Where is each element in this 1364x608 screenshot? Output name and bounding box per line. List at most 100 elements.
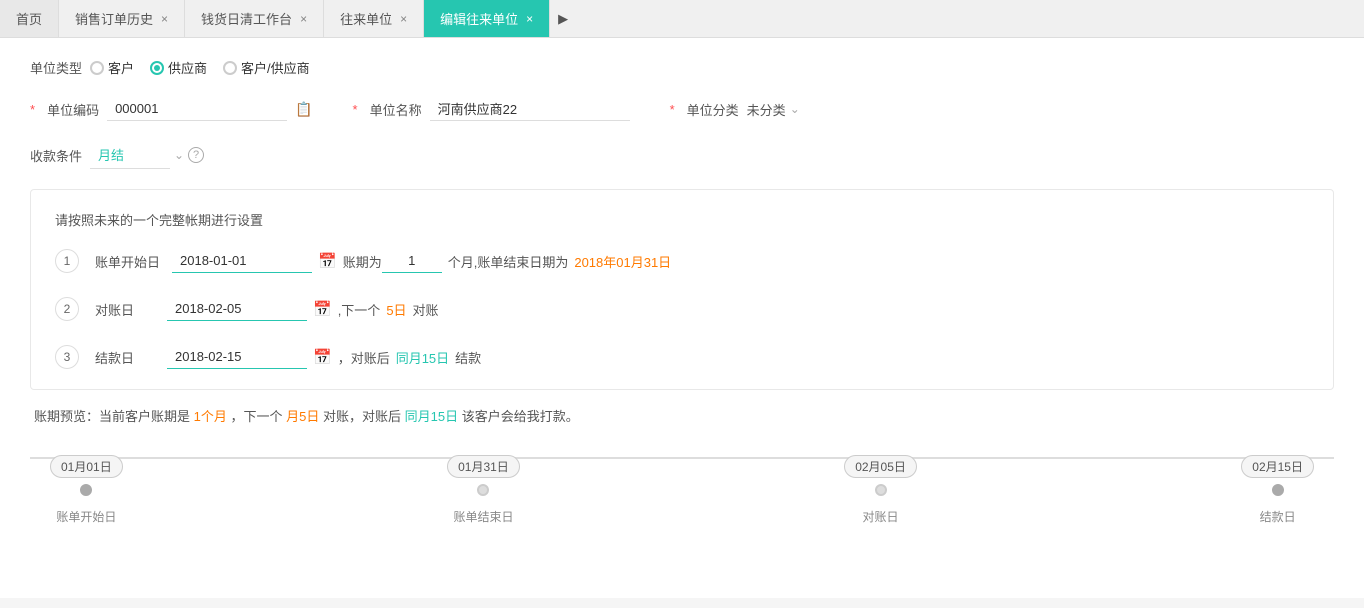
tab-home-label: 首页 <box>16 9 42 28</box>
step-1-label: 账单开始日 <box>95 252 160 271</box>
step-3-date-input[interactable] <box>167 345 307 369</box>
preview-prefix: 账期预览：当前客户账期是 <box>34 409 190 424</box>
tab-partner-label: 往来单位 <box>340 9 392 28</box>
unit-type-label: 单位类型 <box>30 58 82 77</box>
payment-dropdown[interactable]: 月结 ⌄ <box>90 141 184 169</box>
panel-title: 请按照未来的一个完整帐期进行设置 <box>55 210 1309 229</box>
step-1-row: 1 账单开始日 📅 账期为 个月,账单结束日期为 2018年01月31日 <box>55 249 1309 273</box>
tab-sales-history-close[interactable]: × <box>161 12 168 26</box>
main-content: 单位类型 客户 供应商 客户/供应商 * 单位编码 📋 * 单位名称 <box>0 38 1364 598</box>
radio-both-circle <box>223 61 237 75</box>
preview-sep1: ，下一个 <box>231 409 283 424</box>
node-1-dot <box>477 484 489 496</box>
payment-help-icon[interactable]: ? <box>188 147 204 163</box>
timeline-node-0: 01月01日 账单开始日 <box>50 455 123 525</box>
timeline-container: 01月01日 账单开始日 01月31日 账单结束日 02月05日 对账日 02月… <box>30 445 1334 555</box>
unit-code-input[interactable] <box>107 97 287 121</box>
settings-panel: 请按照未来的一个完整帐期进行设置 1 账单开始日 📅 账期为 个月,账单结束日期… <box>30 189 1334 390</box>
radio-supplier-label: 供应商 <box>168 58 207 77</box>
unit-class-group: * 单位分类 未分类 ⌄ <box>670 100 800 119</box>
step-3-num: 3 <box>55 345 79 369</box>
preview-part3: 同月15日 <box>405 409 458 424</box>
step-3-prefix: ，对账后 <box>338 348 390 367</box>
radio-supplier[interactable]: 供应商 <box>150 58 207 77</box>
code-copy-icon[interactable]: 📋 <box>295 101 312 118</box>
node-0-label: 账单开始日 <box>56 508 116 525</box>
step-1-date-input[interactable] <box>172 249 312 273</box>
step-1-period-input[interactable] <box>382 249 442 273</box>
tab-more-button[interactable]: ▶ <box>550 0 576 37</box>
class-star: * <box>670 102 675 117</box>
node-2-dot <box>875 484 887 496</box>
payment-label: 收款条件 <box>30 146 82 165</box>
step-2-highlight: 5日 <box>386 300 406 319</box>
payment-row: 收款条件 月结 ⌄ ? <box>30 141 1334 169</box>
step-1-calendar-icon[interactable]: 📅 <box>318 252 337 270</box>
tab-partner-close[interactable]: × <box>400 12 407 26</box>
timeline-node-1: 01月31日 账单结束日 <box>447 455 520 525</box>
preview-part2: 月5日 <box>286 409 319 424</box>
node-2-label: 对账日 <box>863 508 899 525</box>
node-3-dot <box>1272 484 1284 496</box>
node-1-badge: 01月31日 <box>447 455 520 478</box>
tab-home[interactable]: 首页 <box>0 0 59 37</box>
tab-partner[interactable]: 往来单位 × <box>324 0 424 37</box>
step-2-suffix: 对账 <box>413 300 439 319</box>
timeline-node-2: 02月05日 对账日 <box>844 455 917 525</box>
step-2-row: 2 对账日 📅 ,下一个 5日 对账 <box>55 297 1309 321</box>
tab-cash-work-label: 钱货日清工作台 <box>201 9 292 28</box>
tab-cash-work-close[interactable]: × <box>300 12 307 26</box>
step-3-row: 3 结款日 📅 ，对账后 同月15日 结款 <box>55 345 1309 369</box>
step-2-date-input[interactable] <box>167 297 307 321</box>
unit-name-label: 单位名称 <box>370 100 422 119</box>
unit-name-group: * 单位名称 <box>353 97 630 121</box>
node-1-label: 账单结束日 <box>453 508 513 525</box>
step-2-calendar-icon[interactable]: 📅 <box>313 300 332 318</box>
code-star: * <box>30 102 35 117</box>
step-2-prefix: ,下一个 <box>338 300 381 319</box>
node-3-badge: 02月15日 <box>1241 455 1314 478</box>
node-3-label: 结款日 <box>1260 508 1296 525</box>
step-1-suffix-before: 个月,账单结束日期为 <box>448 252 569 271</box>
tab-edit-partner-close[interactable]: × <box>526 12 533 26</box>
unit-name-input[interactable] <box>430 97 630 121</box>
unit-class-label: 单位分类 <box>687 100 739 119</box>
preview-suffix: 该客户会给我打款。 <box>462 409 579 424</box>
unit-code-label: 单位编码 <box>47 100 99 119</box>
tab-sales-history-label: 销售订单历史 <box>75 9 153 28</box>
radio-both[interactable]: 客户/供应商 <box>223 58 310 77</box>
unit-class-value: 未分类 <box>747 100 786 119</box>
unit-info-row: * 单位编码 📋 * 单位名称 * 单位分类 未分类 ⌄ <box>30 97 1334 121</box>
step-2-label: 对账日 <box>95 300 155 319</box>
step-3-calendar-icon[interactable]: 📅 <box>313 348 332 366</box>
tab-sales-history[interactable]: 销售订单历史 × <box>59 0 185 37</box>
payment-value: 月结 <box>90 141 170 169</box>
step-3-label: 结款日 <box>95 348 155 367</box>
timeline-nodes: 01月01日 账单开始日 01月31日 账单结束日 02月05日 对账日 02月… <box>50 455 1314 525</box>
radio-customer-label: 客户 <box>108 58 134 77</box>
step-2-num: 2 <box>55 297 79 321</box>
unit-class-arrow[interactable]: ⌄ <box>790 102 800 116</box>
unit-type-radio-group: 客户 供应商 客户/供应商 <box>90 58 310 77</box>
step-1-num: 1 <box>55 249 79 273</box>
unit-type-row: 单位类型 客户 供应商 客户/供应商 <box>30 58 1334 77</box>
step-3-highlight: 同月15日 <box>396 348 449 367</box>
step-1-mid: 账期为 <box>343 252 382 271</box>
preview-text: 账期预览：当前客户账期是 1个月 ，下一个 月5日 对账，对账后 同月15日 该… <box>30 406 1334 425</box>
preview-sep2: 对账，对账后 <box>323 409 401 424</box>
payment-arrow[interactable]: ⌄ <box>174 148 184 162</box>
radio-customer[interactable]: 客户 <box>90 58 134 77</box>
unit-class-dropdown[interactable]: 未分类 ⌄ <box>747 100 800 119</box>
node-0-badge: 01月01日 <box>50 455 123 478</box>
tab-edit-partner[interactable]: 编辑往来单位 × <box>424 0 550 37</box>
node-0-dot <box>80 484 92 496</box>
unit-code-group: * 单位编码 📋 <box>30 97 313 121</box>
tab-cash-work[interactable]: 钱货日清工作台 × <box>185 0 324 37</box>
tab-edit-partner-label: 编辑往来单位 <box>440 9 518 28</box>
step-1-end-date: 2018年01月31日 <box>574 252 671 271</box>
tab-bar: 首页 销售订单历史 × 钱货日清工作台 × 往来单位 × 编辑往来单位 × ▶ <box>0 0 1364 38</box>
preview-part1: 1个月 <box>194 409 227 424</box>
timeline-node-3: 02月15日 结款日 <box>1241 455 1314 525</box>
step-3-suffix: 结款 <box>455 348 481 367</box>
name-star: * <box>353 102 358 117</box>
